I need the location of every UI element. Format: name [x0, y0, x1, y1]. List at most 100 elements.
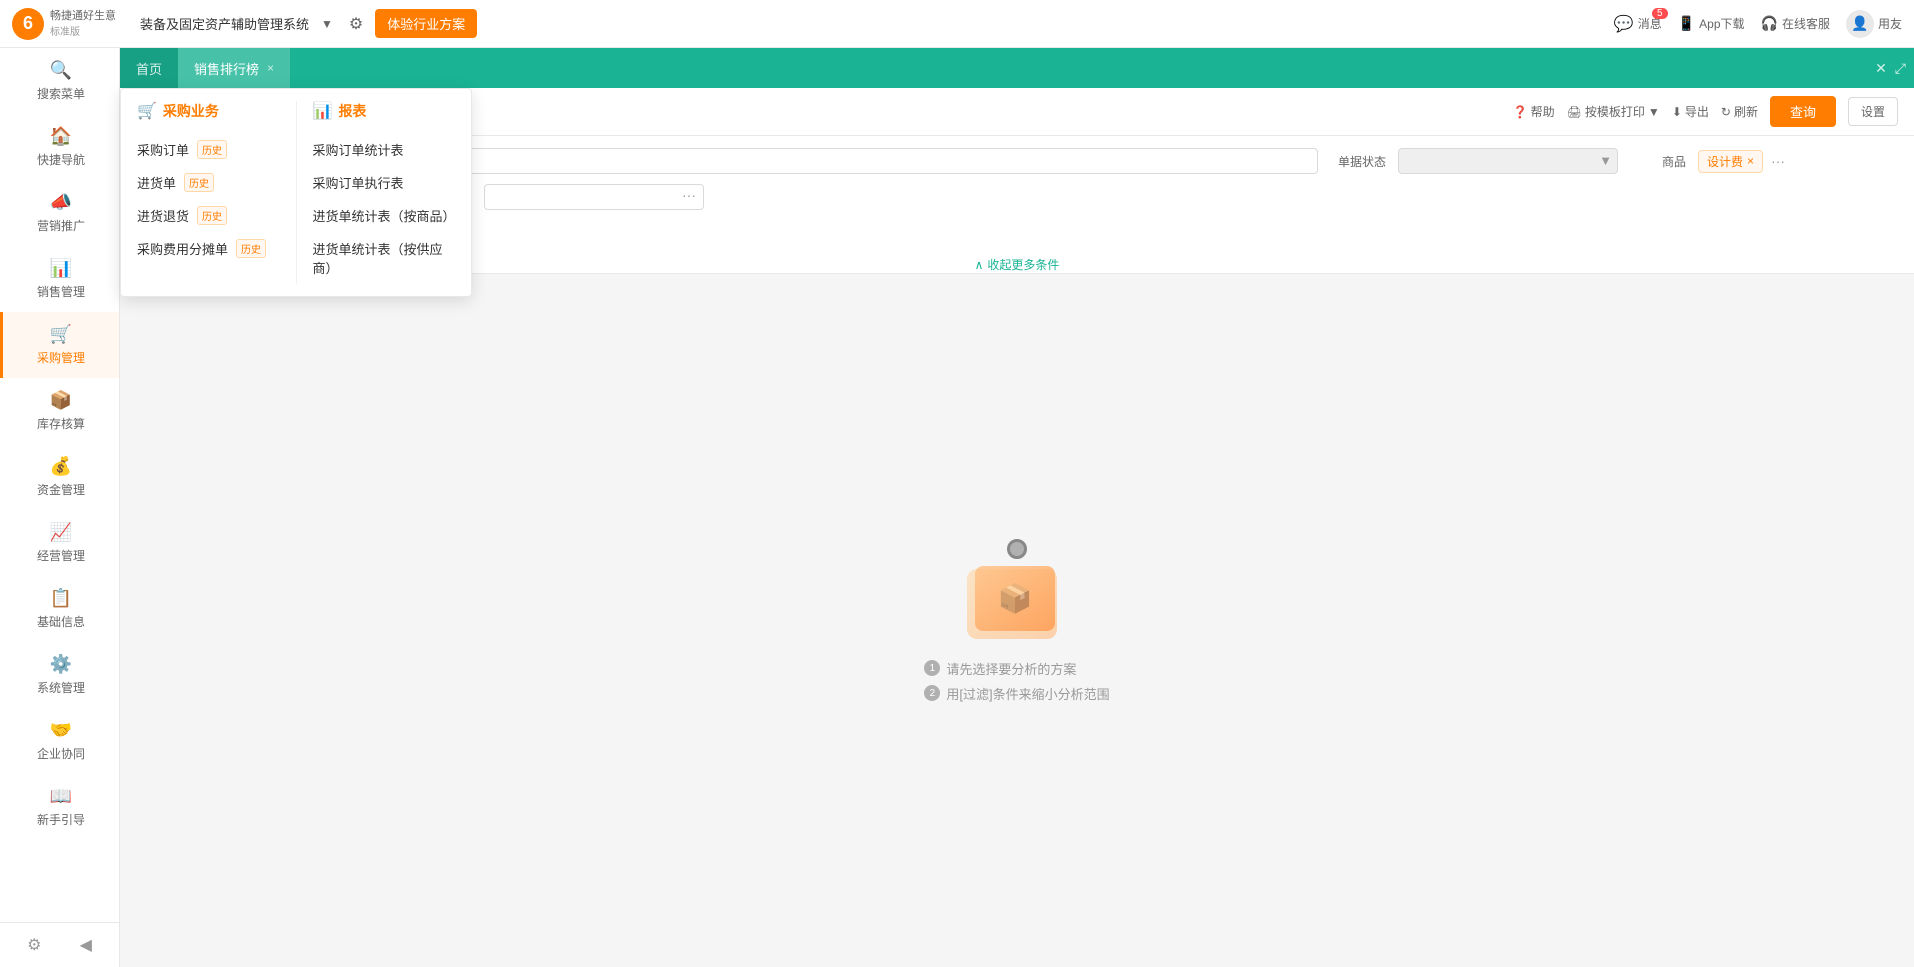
tab-sales-rank[interactable]: 销售排行榜 ×	[178, 48, 290, 88]
dropdown-item-stock-in-stat-goods[interactable]: 进货单统计表（按商品）	[313, 199, 456, 232]
online-service-btn[interactable]: 🎧 在线客服	[1761, 15, 1830, 32]
sidebar-item-label: 库存核算	[37, 415, 85, 432]
collapse-arrow-icon: ∧	[975, 258, 984, 272]
goods-tag-text: 设计费	[1707, 153, 1743, 170]
print-btn[interactable]: 🖨 按模板打印 ▼	[1567, 103, 1660, 120]
sidebar-item-search[interactable]: 🔍 搜索菜单	[0, 48, 119, 114]
dropdown-col1-icon: 🛒	[137, 101, 157, 121]
tab-home-label: 首页	[136, 59, 162, 78]
dropdown-col2-title: 📊 报表	[313, 101, 456, 121]
sidebar-item-label: 采购管理	[37, 349, 85, 366]
dropdown-item-stock-in-stat-supplier[interactable]: 进货单统计表（按供应商）	[313, 232, 456, 284]
sidebar-item-quick-nav[interactable]: 🏠 快捷导航	[0, 114, 119, 180]
empty-hint-2: 2 用[过滤]条件来缩小分析范围	[924, 684, 1109, 703]
app-download-btn[interactable]: 📱 App下载	[1678, 15, 1745, 32]
dropdown-item-label: 采购订单统计表	[313, 140, 404, 159]
status-label: 单据状态	[1330, 153, 1386, 170]
dropdown-col-report: 📊 报表 采购订单统计表 采购订单执行表 进货单统计表（按商品） 进货单统计表（…	[297, 101, 472, 284]
dropdown-item-purchase-order-exec[interactable]: 采购订单执行表	[313, 166, 456, 199]
guide-icon: 📖	[50, 786, 72, 807]
dropdown-menu: 🛒 采购业务 采购订单 历史 进货单 历史 进货退货 历史 采购费用分摊单 历史…	[120, 88, 472, 297]
history-badge: 历史	[236, 239, 266, 258]
system-settings-btn[interactable]: ⚙	[345, 10, 367, 38]
dropdown-item-stock-return[interactable]: 进货退货 历史	[137, 199, 280, 232]
goods-more-btn[interactable]: ···	[1767, 153, 1789, 169]
dropdown-col1-title: 🛒 采购业务	[137, 101, 280, 121]
sidebar-item-finance[interactable]: 💰 资金管理	[0, 444, 119, 510]
dropdown-item-label: 采购费用分摊单	[137, 239, 228, 258]
collapse-label: 收起更多条件	[987, 256, 1059, 273]
empty-hint-1: 1 请先选择要分析的方案	[924, 659, 1109, 678]
inventory-icon: 📦	[50, 390, 72, 411]
print-label: 按模板打印	[1585, 103, 1645, 120]
basic-info-icon: 📋	[50, 588, 72, 609]
user-area[interactable]: 👤 用友	[1846, 10, 1902, 38]
sidebar-item-system[interactable]: ⚙️ 系统管理	[0, 642, 119, 708]
dropdown-item-label: 进货单	[137, 173, 176, 192]
tab-bar: 首页 销售排行榜 × ✕ ⤢	[120, 48, 1914, 88]
history-badge: 历史	[197, 206, 227, 225]
help-btn[interactable]: ❓ 帮助	[1513, 103, 1555, 120]
query-btn[interactable]: 查询	[1770, 96, 1836, 127]
operations-icon: 📈	[50, 522, 72, 543]
sidebar-settings-btn[interactable]: ⚙	[27, 935, 41, 955]
status-select[interactable]	[1398, 148, 1618, 174]
sidebar-item-purchase[interactable]: 🛒 采购管理	[0, 312, 119, 378]
history-badge: 历史	[184, 173, 214, 192]
header-middle: 装备及固定资产辅助管理系统 ▼ ⚙ 体验行业方案	[140, 9, 1614, 38]
dropdown-col2-title-text: 报表	[338, 101, 366, 121]
dropdown-item-stock-in[interactable]: 进货单 历史	[137, 166, 280, 199]
hint2-text: 用[过滤]条件来缩小分析范围	[946, 684, 1109, 703]
collab-icon: 🤝	[50, 720, 72, 741]
empty-robot-head	[1007, 539, 1027, 559]
refresh-btn[interactable]: ↻ 刷新	[1721, 103, 1758, 120]
marketing-icon: 📣	[50, 192, 72, 213]
sidebar-item-label: 快捷导航	[37, 151, 85, 168]
settings-btn[interactable]: 设置	[1848, 97, 1898, 126]
goods-tag-close[interactable]: ×	[1747, 154, 1754, 168]
print-icon: 🖨	[1567, 105, 1582, 119]
help-icon: ❓	[1513, 105, 1528, 119]
tab-close-icon[interactable]: ×	[267, 61, 274, 75]
sidebar-item-inventory[interactable]: 📦 库存核算	[0, 378, 119, 444]
message-badge: 5	[1652, 8, 1668, 19]
tab-bar-right: ✕ ⤢	[1875, 60, 1914, 77]
help-label: 帮助	[1531, 103, 1555, 120]
empty-illustration: 📦	[957, 539, 1077, 639]
tab-close-btn[interactable]: ✕	[1875, 60, 1887, 77]
dropdown-item-label: 进货退货	[137, 206, 189, 225]
goods-label: 商品	[1630, 153, 1686, 170]
sidebar-item-marketing[interactable]: 📣 营销推广	[0, 180, 119, 246]
tab-expand-btn[interactable]: ⤢	[1895, 60, 1906, 77]
industry-btn[interactable]: 体验行业方案	[375, 9, 477, 38]
avatar: 👤	[1846, 10, 1874, 38]
sidebar-item-basic-info[interactable]: 📋 基础信息	[0, 576, 119, 642]
salesperson-more-btn[interactable]: ···	[678, 187, 700, 203]
sidebar-item-collab[interactable]: 🤝 企业协同	[0, 708, 119, 774]
print-dropdown-icon: ▼	[1648, 105, 1660, 119]
logo-area: 6 畅捷通好生意 标准版	[12, 8, 132, 40]
sidebar-collapse-btn[interactable]: ◀	[80, 935, 92, 955]
online-service-label: 在线客服	[1782, 15, 1830, 32]
empty-box-front: 📦	[975, 566, 1055, 631]
dropdown-item-purchase-order-stat[interactable]: 采购订单统计表	[313, 133, 456, 166]
tab-home[interactable]: 首页	[120, 48, 178, 88]
dropdown-item-purchase-order[interactable]: 采购订单 历史	[137, 133, 280, 166]
dropdown-item-label: 采购订单	[137, 140, 189, 159]
salesperson-input[interactable]	[484, 184, 704, 210]
sidebar-item-label: 新手引导	[37, 811, 85, 828]
dropdown-item-purchase-fee[interactable]: 采购费用分摊单 历史	[137, 232, 280, 265]
system-dropdown-btn[interactable]: ▼	[317, 15, 337, 33]
export-btn[interactable]: ⬇ 导出	[1672, 103, 1709, 120]
dropdown-col2-icon: 📊	[313, 101, 333, 121]
dropdown-item-label: 进货单统计表（按供应商）	[313, 239, 456, 277]
sidebar-item-label: 系统管理	[37, 679, 85, 696]
refresh-label: 刷新	[1734, 103, 1758, 120]
message-btn[interactable]: 💬 5 消息	[1614, 14, 1662, 34]
sidebar-item-guide[interactable]: 📖 新手引导	[0, 774, 119, 840]
empty-hints: 1 请先选择要分析的方案 2 用[过滤]条件来缩小分析范围	[924, 659, 1109, 703]
sidebar-item-sales[interactable]: 📊 销售管理	[0, 246, 119, 312]
sidebar-item-operations[interactable]: 📈 经营管理	[0, 510, 119, 576]
dropdown-item-label: 进货单统计表（按商品）	[313, 206, 456, 225]
date-input[interactable]	[326, 148, 1318, 174]
